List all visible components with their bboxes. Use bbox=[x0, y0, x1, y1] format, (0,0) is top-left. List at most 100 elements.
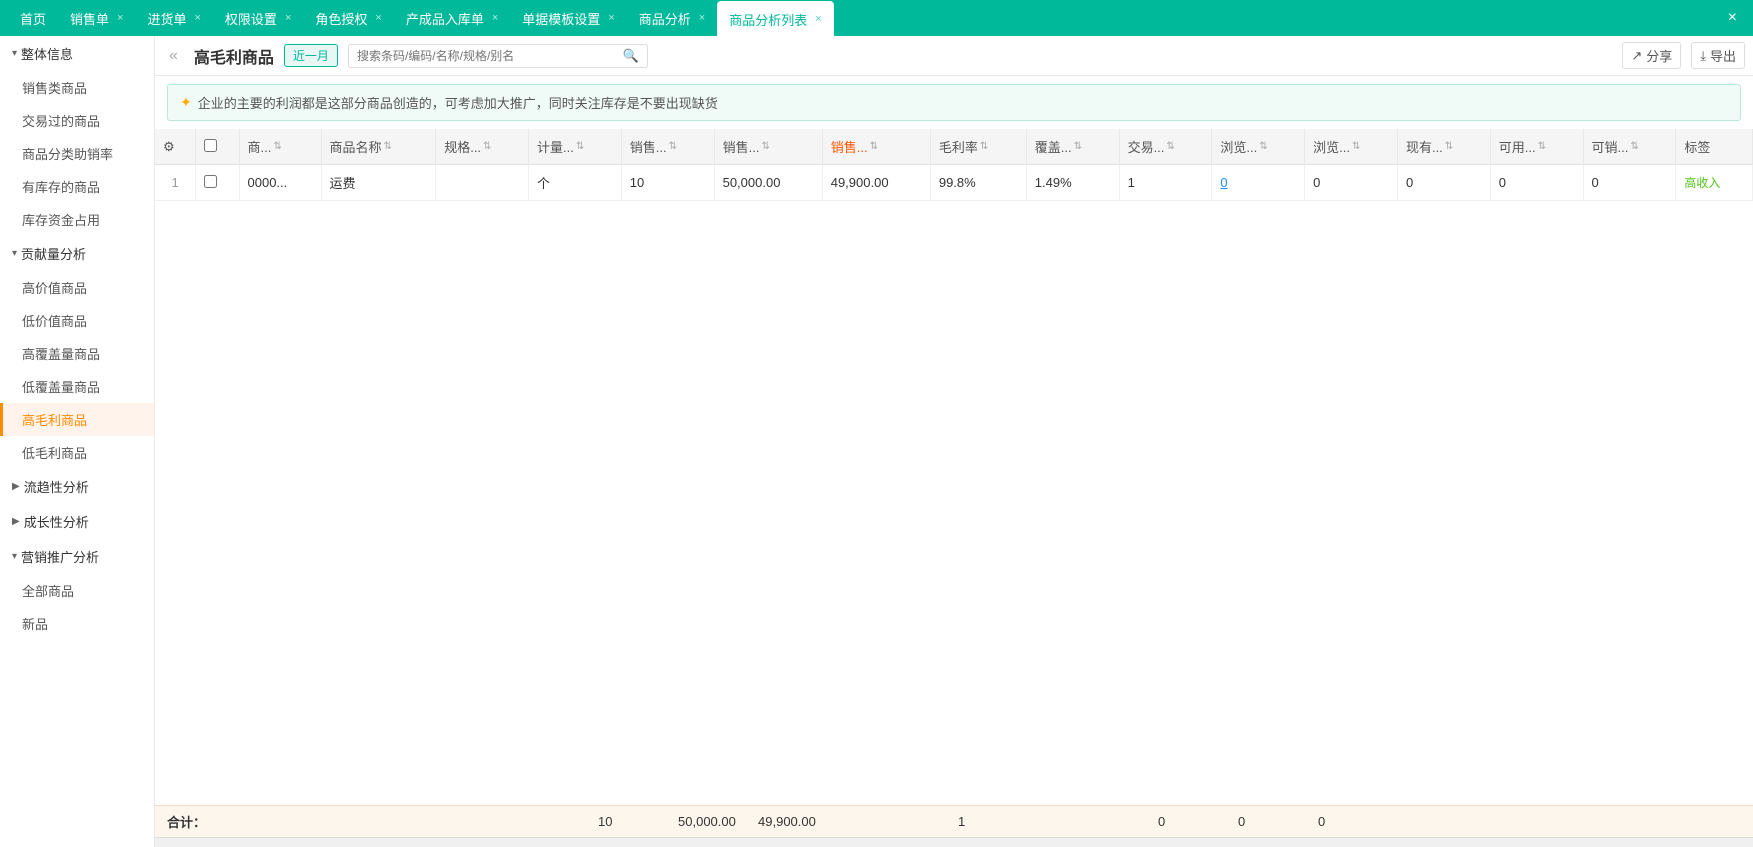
col-browse2[interactable]: 浏览...⇅ bbox=[1305, 129, 1398, 165]
nav-permission-settings[interactable]: 权限设置 × bbox=[213, 0, 303, 36]
period-filter-btn[interactable]: 近一月 bbox=[284, 44, 338, 67]
info-icon: ✦ bbox=[180, 94, 192, 111]
cell-check[interactable] bbox=[196, 165, 239, 201]
close-template[interactable]: × bbox=[608, 12, 614, 24]
sidebar-item-all-goods[interactable]: 全部商品 bbox=[0, 574, 154, 607]
col-unit[interactable]: 计量...⇅ bbox=[529, 129, 622, 165]
sort-icon-code: ⇅ bbox=[273, 141, 281, 152]
nav-purchase-order[interactable]: 进货单 × bbox=[135, 0, 212, 36]
search-input[interactable] bbox=[357, 49, 619, 63]
sidebar-item-low-value[interactable]: 低价值商品 bbox=[0, 304, 154, 337]
data-table-container[interactable]: ⚙ 商...⇅ 商品名称⇅ 规格...⇅ 计量...⇅ 销售...⇅ 销售...… bbox=[155, 129, 1753, 805]
sidebar-collapse-btn[interactable]: « bbox=[163, 47, 184, 65]
col-browse1[interactable]: 浏览...⇅ bbox=[1212, 129, 1305, 165]
col-transaction[interactable]: 交易...⇅ bbox=[1119, 129, 1212, 165]
sidebar-item-stock-capital[interactable]: 库存资金占用 bbox=[0, 203, 154, 236]
nav-home[interactable]: 首页 bbox=[8, 0, 58, 36]
nav-template-settings[interactable]: 单据模板设置 × bbox=[510, 0, 626, 36]
expand-icon-flow: ▶ bbox=[12, 481, 20, 492]
share-icon: ↗ bbox=[1631, 48, 1642, 64]
sort-icon-browse2: ⇅ bbox=[1352, 141, 1360, 152]
sidebar-item-sales-goods[interactable]: 销售类商品 bbox=[0, 71, 154, 104]
top-navigation: 首页 销售单 × 进货单 × 权限设置 × 角色授权 × 产成品入库单 × 单据… bbox=[0, 0, 1753, 36]
sidebar-item-category-rate[interactable]: 商品分类助销率 bbox=[0, 137, 154, 170]
footer-amount: 50,000.00 bbox=[670, 814, 750, 829]
close-product-analysis-list[interactable]: × bbox=[815, 13, 821, 25]
cell-gross-margin: 99.8% bbox=[930, 165, 1026, 201]
page-title: 高毛利商品 bbox=[194, 44, 274, 68]
col-current-stock[interactable]: 现有...⇅ bbox=[1397, 129, 1490, 165]
close-product-analysis[interactable]: × bbox=[699, 12, 705, 24]
footer-available: 0 bbox=[1230, 814, 1310, 829]
col-sales-amount[interactable]: 销售...⇅ bbox=[714, 129, 822, 165]
select-all-checkbox[interactable] bbox=[204, 139, 217, 152]
cell-coverage: 1.49% bbox=[1026, 165, 1119, 201]
share-btn[interactable]: ↗ 分享 bbox=[1622, 42, 1681, 69]
settings-icon[interactable]: ⚙ bbox=[163, 139, 175, 154]
content-toolbar: « 高毛利商品 近一月 🔍 ↗ 分享 ⤓ 导出 bbox=[155, 36, 1753, 76]
sidebar-item-high-value[interactable]: 高价值商品 bbox=[0, 271, 154, 304]
sidebar-group-growth[interactable]: ▶ 成长性分析 bbox=[0, 504, 154, 539]
sort-icon-browse1: ⇅ bbox=[1259, 141, 1267, 152]
info-text: 企业的主要的利润都是这部分商品创造的，可考虑加大推广，同时关注库存是不要出现缺货 bbox=[198, 93, 718, 112]
nav-role-auth[interactable]: 角色授权 × bbox=[303, 0, 393, 36]
col-code[interactable]: 商...⇅ bbox=[239, 129, 321, 165]
close-sales-order[interactable]: × bbox=[117, 12, 123, 24]
nav-product-analysis-list[interactable]: 商品分析列表 × bbox=[717, 1, 833, 37]
col-name[interactable]: 商品名称⇅ bbox=[321, 129, 436, 165]
sort-icon-profit: ⇅ bbox=[870, 141, 878, 152]
sidebar-item-in-stock[interactable]: 有库存的商品 bbox=[0, 170, 154, 203]
sidebar-group-flow[interactable]: ▶ 流趋性分析 bbox=[0, 469, 154, 504]
expand-icon-contribution: ▾ bbox=[12, 248, 17, 259]
sidebar-item-high-coverage[interactable]: 高覆盖量商品 bbox=[0, 337, 154, 370]
sidebar-item-low-coverage[interactable]: 低覆盖量商品 bbox=[0, 370, 154, 403]
col-settings[interactable]: ⚙ bbox=[155, 129, 196, 165]
close-product-inbound[interactable]: × bbox=[492, 12, 498, 24]
search-icon[interactable]: 🔍 bbox=[623, 48, 639, 64]
sidebar-item-high-margin[interactable]: 高毛利商品 bbox=[0, 403, 154, 436]
footer-qty: 10 bbox=[590, 814, 670, 829]
sort-icon-coverage: ⇅ bbox=[1074, 141, 1082, 152]
col-available[interactable]: 可用...⇅ bbox=[1490, 129, 1583, 165]
table-header-row: ⚙ 商...⇅ 商品名称⇅ 规格...⇅ 计量...⇅ 销售...⇅ 销售...… bbox=[155, 129, 1753, 165]
col-coverage[interactable]: 覆盖...⇅ bbox=[1026, 129, 1119, 165]
col-spec[interactable]: 规格...⇅ bbox=[436, 129, 529, 165]
expand-icon-overall: ▾ bbox=[12, 48, 17, 59]
cell-sales-amount: 50,000.00 bbox=[714, 165, 822, 201]
tag-high-badge: 高收入 bbox=[1684, 176, 1720, 190]
col-check[interactable] bbox=[196, 129, 239, 165]
nav-sales-order[interactable]: 销售单 × bbox=[58, 0, 135, 36]
sort-icon-margin: ⇅ bbox=[980, 141, 988, 152]
col-sales-profit[interactable]: 销售...⇅ bbox=[822, 129, 930, 165]
col-sales-qty[interactable]: 销售...⇅ bbox=[621, 129, 714, 165]
col-tag[interactable]: 标签 bbox=[1676, 129, 1753, 165]
nav-product-inbound[interactable]: 产成品入库单 × bbox=[394, 0, 510, 36]
search-container: 🔍 bbox=[348, 44, 648, 68]
sidebar-group-contribution[interactable]: ▾ 贡献量分析 bbox=[0, 236, 154, 271]
col-sellable[interactable]: 可销...⇅ bbox=[1583, 129, 1676, 165]
cell-browse1[interactable]: 0 bbox=[1212, 165, 1305, 201]
col-gross-margin[interactable]: 毛利率⇅ bbox=[930, 129, 1026, 165]
main-layout: ▾ 整体信息 销售类商品 交易过的商品 商品分类助销率 有库存的商品 库存资金占… bbox=[0, 36, 1753, 847]
sidebar-item-traded-goods[interactable]: 交易过的商品 bbox=[0, 104, 154, 137]
close-permission[interactable]: × bbox=[285, 12, 291, 24]
content-area: « 高毛利商品 近一月 🔍 ↗ 分享 ⤓ 导出 ✦ 企业的主要的利润都是这部分商… bbox=[155, 36, 1753, 847]
close-purchase-order[interactable]: × bbox=[194, 12, 200, 24]
footer-current: 0 bbox=[1150, 814, 1230, 829]
close-all-tabs[interactable]: × bbox=[1720, 9, 1745, 27]
footer-values: 10 50,000.00 49,900.00 1 0 0 0 bbox=[226, 814, 1741, 829]
close-role-auth[interactable]: × bbox=[375, 12, 381, 24]
cell-transaction: 1 bbox=[1119, 165, 1212, 201]
sidebar-item-new-goods[interactable]: 新品 bbox=[0, 607, 154, 640]
footer-label: 合计： bbox=[167, 812, 206, 831]
nav-product-analysis[interactable]: 商品分析 × bbox=[627, 0, 717, 36]
sort-icon-transaction: ⇅ bbox=[1166, 141, 1174, 152]
sidebar-group-overall[interactable]: ▾ 整体信息 bbox=[0, 36, 154, 71]
sidebar-group-marketing[interactable]: ▾ 营销推广分析 bbox=[0, 539, 154, 574]
export-btn[interactable]: ⤓ 导出 bbox=[1691, 42, 1745, 69]
bottom-scrollbar[interactable] bbox=[155, 837, 1753, 847]
row-checkbox[interactable] bbox=[204, 175, 217, 188]
expand-icon-growth: ▶ bbox=[12, 516, 20, 527]
sidebar-item-low-margin[interactable]: 低毛利商品 bbox=[0, 436, 154, 469]
sort-icon-qty: ⇅ bbox=[669, 141, 677, 152]
